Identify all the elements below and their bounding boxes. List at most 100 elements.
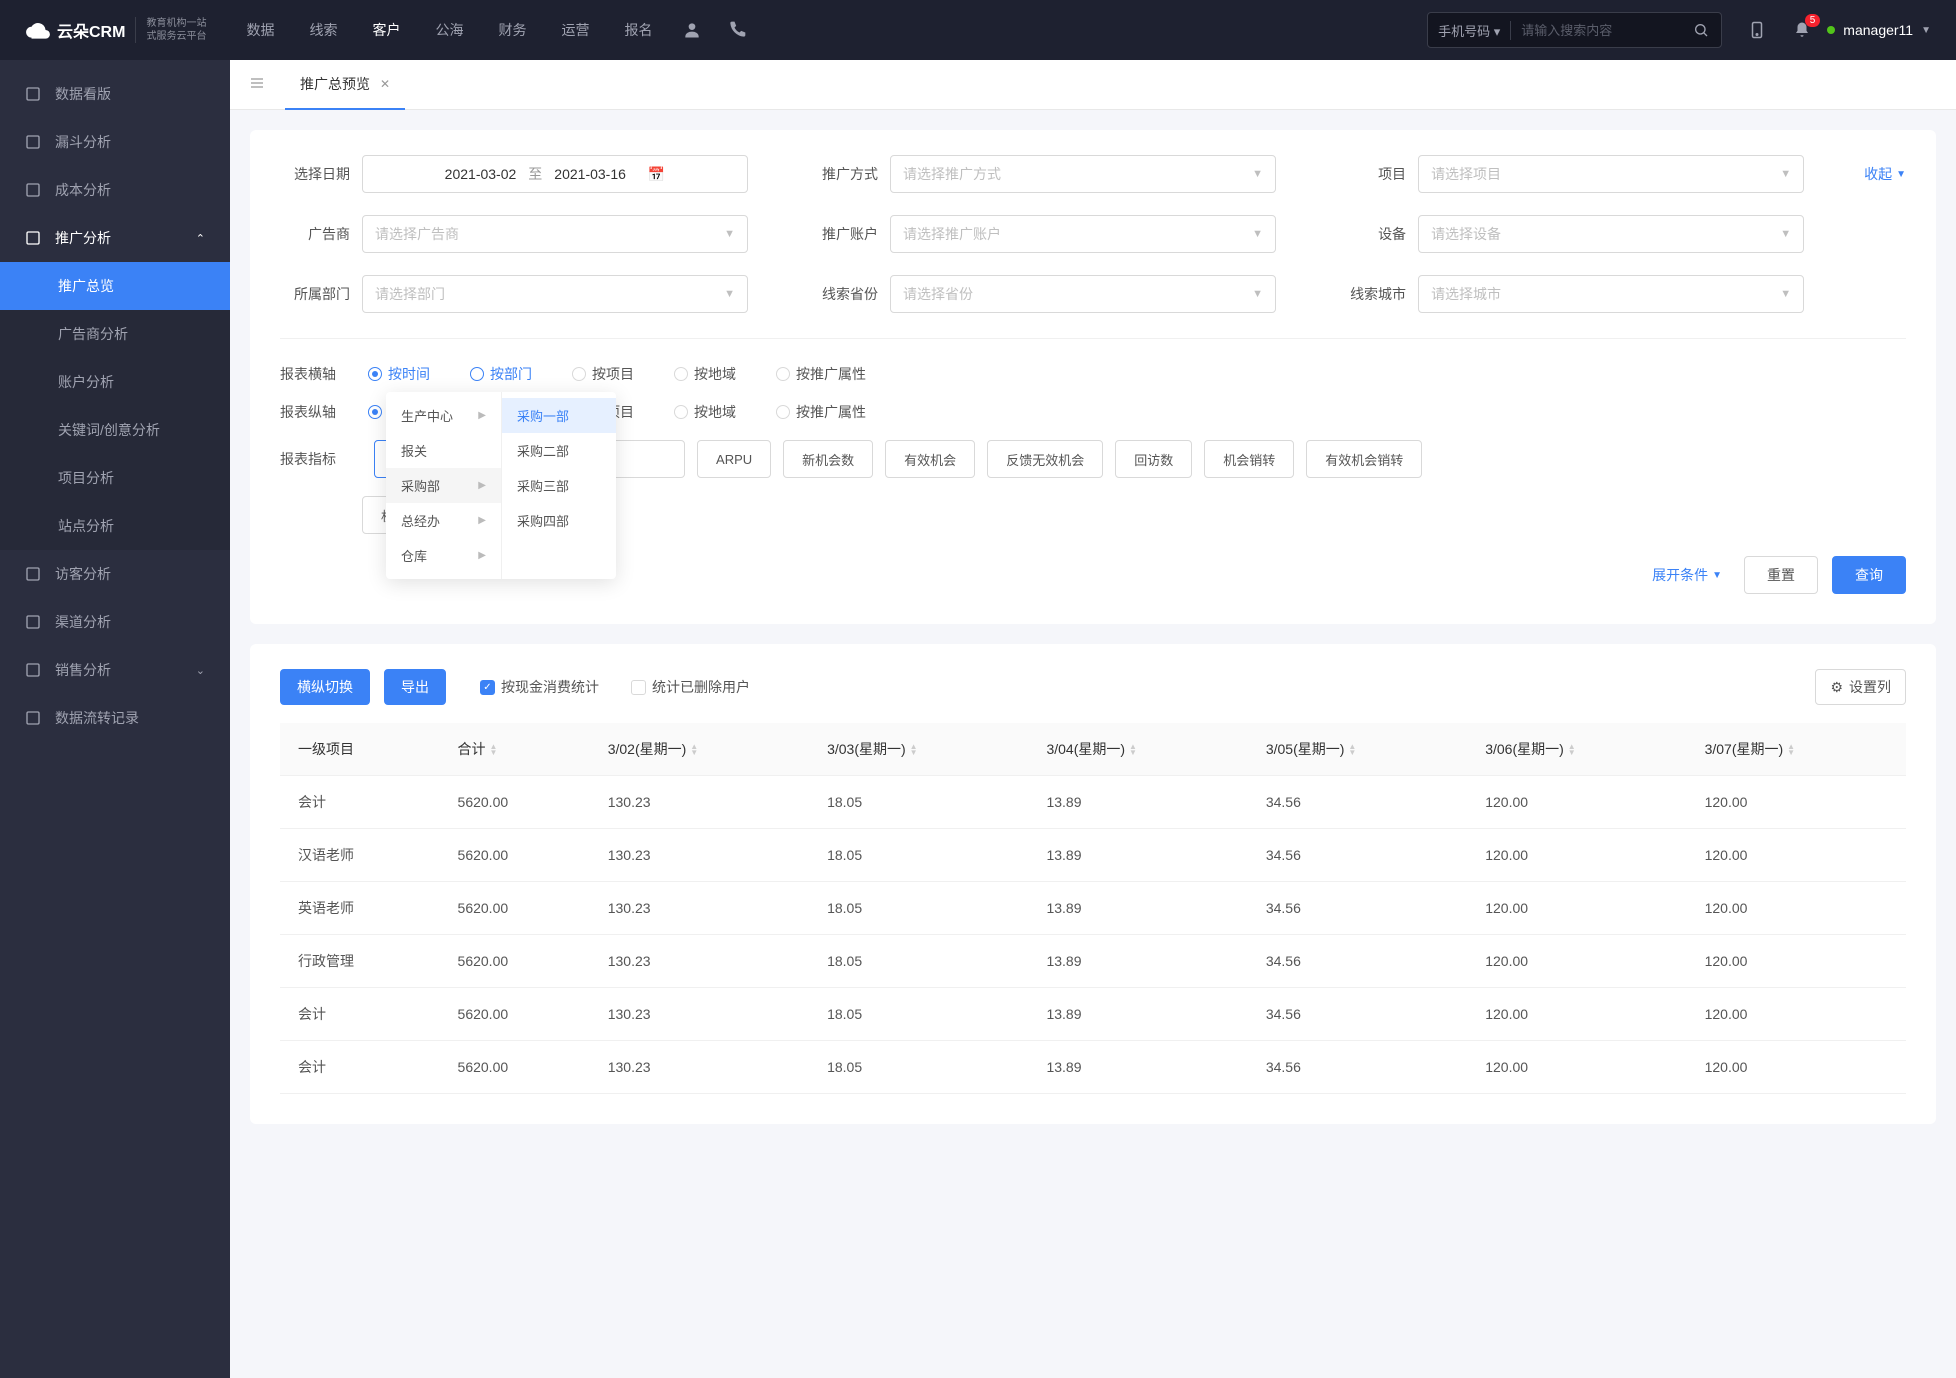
table-header-cell[interactable]: 3/03(星期一)▲▼ xyxy=(809,723,1028,776)
metric-tag[interactable]: 回访数 xyxy=(1115,440,1192,478)
table-scroll[interactable]: 一级项目合计▲▼3/02(星期一)▲▼3/03(星期一)▲▼3/04(星期一)▲… xyxy=(280,723,1906,1094)
nav-item[interactable]: 线索 xyxy=(309,20,337,40)
toggle-axis-button[interactable]: 横纵切换 xyxy=(280,669,370,705)
reset-button[interactable]: 重置 xyxy=(1744,556,1818,594)
metric-tag[interactable]: 有效机会 xyxy=(885,440,975,478)
logo-sub-line1: 教育机构一站 xyxy=(146,17,206,30)
table-header-cell[interactable]: 3/06(星期一)▲▼ xyxy=(1467,723,1686,776)
metric-tag[interactable]: 新机会数 xyxy=(783,440,873,478)
sidebar-toggle-icon[interactable] xyxy=(245,71,269,98)
select-account[interactable]: 请选择推广账户▼ xyxy=(890,215,1276,253)
nav-item[interactable]: 数据 xyxy=(246,20,274,40)
sidebar-sub-item[interactable]: 广告商分析 xyxy=(0,310,230,358)
checkbox-icon xyxy=(631,680,646,695)
sidebar-item[interactable]: 访客分析 xyxy=(0,550,230,598)
cascader-item[interactable]: 采购部▶ xyxy=(386,468,501,503)
nav-item[interactable]: 运营 xyxy=(561,20,589,40)
table-header-cell[interactable]: 3/05(星期一)▲▼ xyxy=(1248,723,1467,776)
cascader-item[interactable]: 采购三部 xyxy=(502,468,616,503)
radio-option[interactable]: 按时间 xyxy=(368,364,430,384)
sidebar-item[interactable]: 成本分析 xyxy=(0,166,230,214)
checkbox-deleted-users[interactable]: 统计已删除用户 xyxy=(631,677,750,697)
select-project[interactable]: 请选择项目▼ xyxy=(1418,155,1804,193)
nav-item[interactable]: 公海 xyxy=(435,20,463,40)
toggle-label: 横纵切换 xyxy=(297,677,353,697)
data-table: 一级项目合计▲▼3/02(星期一)▲▼3/03(星期一)▲▼3/04(星期一)▲… xyxy=(280,723,1906,1094)
sidebar-item[interactable]: 渠道分析 xyxy=(0,598,230,646)
mobile-icon[interactable] xyxy=(1747,20,1767,40)
metric-tag[interactable]: ARPU xyxy=(697,440,771,478)
select-province[interactable]: 请选择省份▼ xyxy=(890,275,1276,313)
cascader-item[interactable]: 采购四部 xyxy=(502,503,616,538)
filter-device: 设备 请选择设备▼ xyxy=(1336,215,1804,253)
select-device[interactable]: 请选择设备▼ xyxy=(1418,215,1804,253)
radio-option[interactable]: 按部门 xyxy=(470,364,532,384)
radio-option[interactable]: 按推广属性 xyxy=(776,364,866,384)
cascader-item[interactable]: 采购二部 xyxy=(502,433,616,468)
notification-badge: 5 xyxy=(1805,14,1821,27)
table-header-cell[interactable]: 3/02(星期一)▲▼ xyxy=(590,723,809,776)
cascader-item[interactable]: 总经办▶ xyxy=(386,503,501,538)
cascader-item[interactable]: 生产中心▶ xyxy=(386,398,501,433)
radio-option[interactable]: 按项目 xyxy=(572,364,634,384)
export-button[interactable]: 导出 xyxy=(384,669,446,705)
date-range-picker[interactable]: 2021-03-02 至 2021-03-16 📅 xyxy=(362,155,748,193)
metric-tag[interactable]: 反馈无效机会 xyxy=(987,440,1103,478)
table-header-cell[interactable]: 3/04(星期一)▲▼ xyxy=(1028,723,1247,776)
phone-icon[interactable] xyxy=(727,20,747,40)
select-department[interactable]: 请选择部门▼ xyxy=(362,275,748,313)
tab-label: 推广总预览 xyxy=(300,74,370,94)
cascader-col-2: 采购一部采购二部采购三部采购四部 xyxy=(501,392,616,579)
radio-option[interactable]: 按地域 xyxy=(674,364,736,384)
cascader-item[interactable]: 采购一部 xyxy=(502,398,616,433)
sidebar-item[interactable]: 销售分析⌄ xyxy=(0,646,230,694)
user-icon[interactable] xyxy=(682,20,702,40)
expand-conditions-link[interactable]: 展开条件▼ xyxy=(1652,565,1722,585)
radio-option[interactable]: 按地域 xyxy=(674,402,736,422)
metric-tag[interactable]: 有效机会销转 xyxy=(1306,440,1422,478)
checkbox-cash-stats[interactable]: ✓ 按现金消费统计 xyxy=(480,677,599,697)
chevron-down-icon: ▼ xyxy=(1252,288,1263,300)
sidebar-item-label: 销售分析 xyxy=(55,660,111,680)
metric-tag[interactable]: 机会销转 xyxy=(1204,440,1294,478)
sidebar-item[interactable]: 数据看版 xyxy=(0,70,230,118)
collapse-link[interactable]: 收起▼ xyxy=(1864,164,1906,184)
sidebar-sub-item[interactable]: 关键词/创意分析 xyxy=(0,406,230,454)
sidebar-item[interactable]: 推广分析⌃ xyxy=(0,214,230,262)
table-header-row: 一级项目合计▲▼3/02(星期一)▲▼3/03(星期一)▲▼3/04(星期一)▲… xyxy=(280,723,1906,776)
sidebar-item[interactable]: 数据流转记录 xyxy=(0,694,230,742)
table-header-cell[interactable]: 合计▲▼ xyxy=(440,723,590,776)
nav-item[interactable]: 客户 xyxy=(372,20,400,40)
table-header-cell[interactable]: 3/07(星期一)▲▼ xyxy=(1687,723,1906,776)
select-advertiser[interactable]: 请选择广告商▼ xyxy=(362,215,748,253)
logo-sub-line2: 式服务云平台 xyxy=(146,30,206,43)
sidebar-sub-item[interactable]: 项目分析 xyxy=(0,454,230,502)
nav-item[interactable]: 报名 xyxy=(624,20,652,40)
search-type-select[interactable]: 手机号码 ▾ xyxy=(1438,21,1511,40)
sidebar-sub-item[interactable]: 推广总览 xyxy=(0,262,230,310)
close-icon[interactable]: ✕ xyxy=(380,77,390,91)
query-button[interactable]: 查询 xyxy=(1832,556,1906,594)
sidebar-sub-item[interactable]: 账户分析 xyxy=(0,358,230,406)
sidebar-sub-item[interactable]: 站点分析 xyxy=(0,502,230,550)
settings-columns-button[interactable]: ⚙ 设置列 xyxy=(1815,669,1906,705)
dashboard-icon xyxy=(25,86,41,102)
user-menu[interactable]: manager11 ▼ xyxy=(1827,22,1931,38)
select-city[interactable]: 请选择城市▼ xyxy=(1418,275,1804,313)
tab-promo-overview[interactable]: 推广总预览 ✕ xyxy=(285,60,405,110)
sidebar-item[interactable]: 漏斗分析 xyxy=(0,118,230,166)
radio-option[interactable]: 按推广属性 xyxy=(776,402,866,422)
sidebar-item-label: 访客分析 xyxy=(55,564,111,584)
bell-icon[interactable]: 5 xyxy=(1792,20,1812,40)
table-cell: 120.00 xyxy=(1687,988,1906,1041)
cascader-item[interactable]: 仓库▶ xyxy=(386,538,501,573)
search-icon[interactable] xyxy=(1691,20,1711,40)
search-input[interactable] xyxy=(1511,23,1691,38)
metric-tag[interactable] xyxy=(605,440,685,478)
table-cell: 120.00 xyxy=(1467,776,1686,829)
nav-item[interactable]: 财务 xyxy=(498,20,526,40)
select-promo-method[interactable]: 请选择推广方式▼ xyxy=(890,155,1276,193)
cascader-item[interactable]: 报关 xyxy=(386,433,501,468)
filter-date: 选择日期 2021-03-02 至 2021-03-16 📅 xyxy=(280,155,748,193)
chevron-down-icon: ▼ xyxy=(1712,570,1722,581)
